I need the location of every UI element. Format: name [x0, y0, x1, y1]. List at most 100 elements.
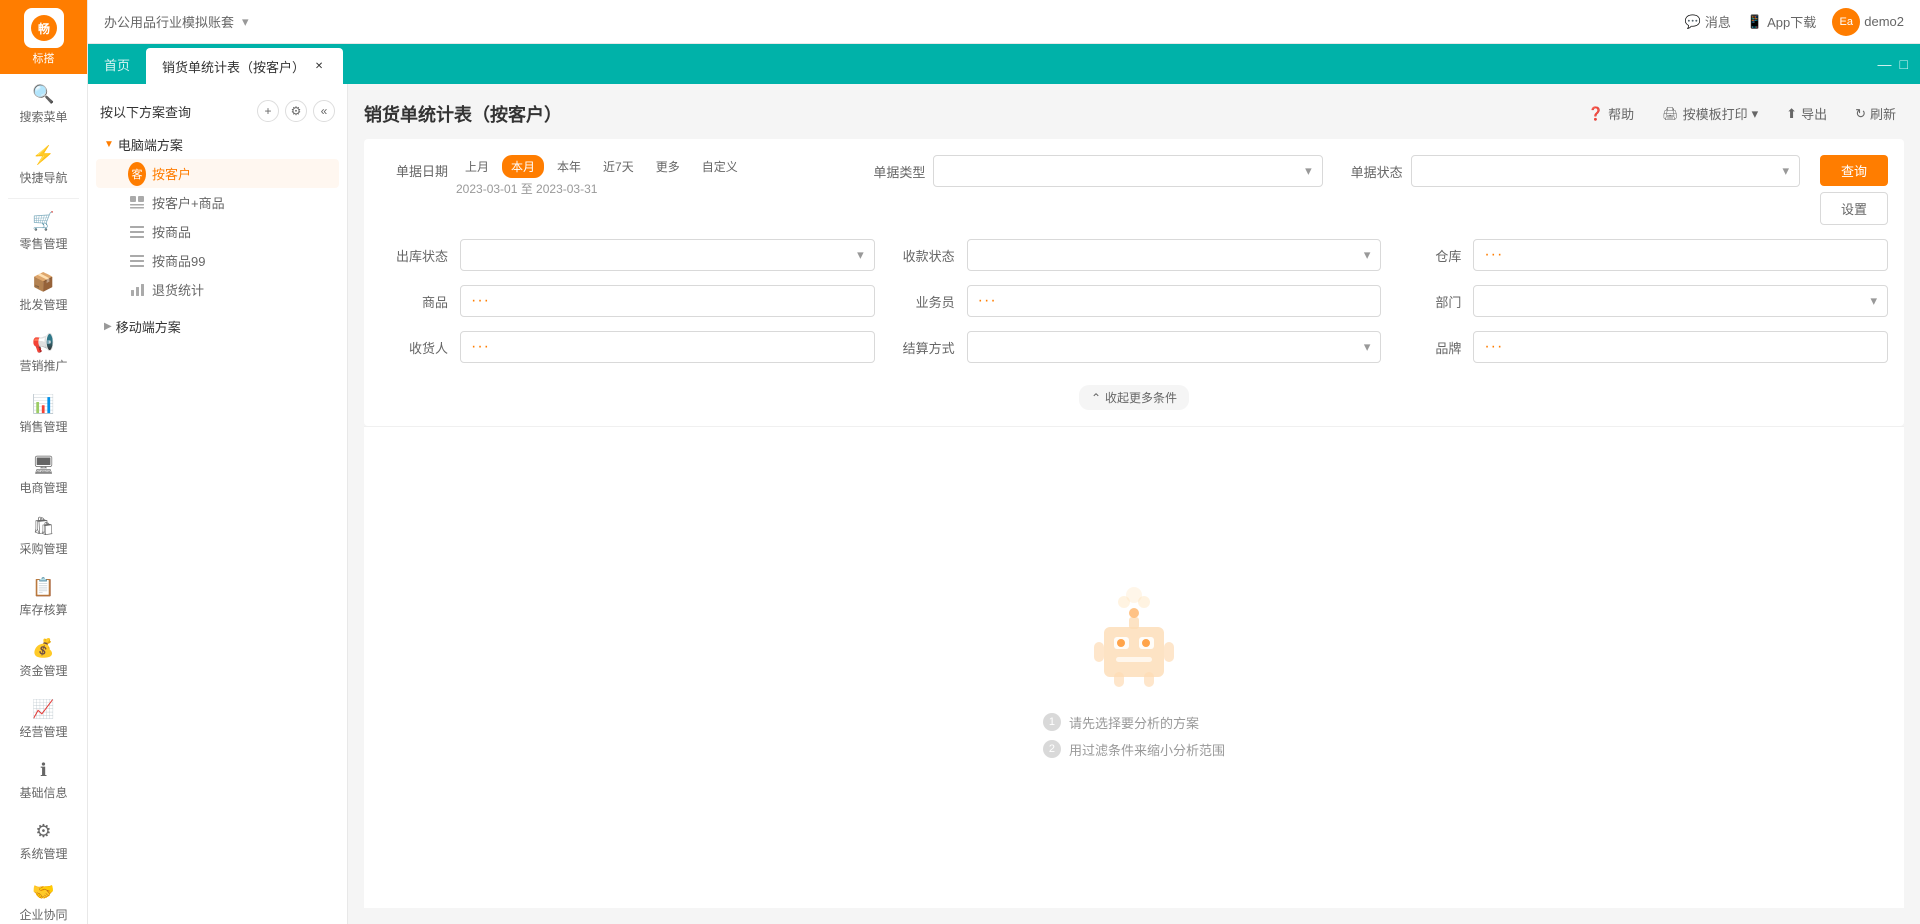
- tab-home[interactable]: 首页: [88, 44, 146, 84]
- date-btn-this-month[interactable]: 本月: [502, 155, 544, 178]
- window-maximize-icon[interactable]: □: [1900, 56, 1908, 72]
- logo-icon: 畅: [24, 8, 64, 48]
- brand-input[interactable]: ···: [1473, 331, 1888, 363]
- date-buttons: 上月 本月 本年 近7天 更多 自定义: [456, 155, 845, 178]
- receiver-input[interactable]: ···: [460, 331, 875, 363]
- svg-text:畅: 畅: [37, 21, 49, 36]
- warehouse-input[interactable]: ···: [1473, 239, 1888, 271]
- collapse-btn-area: ⌃ 收起更多条件: [380, 377, 1888, 410]
- avatar: Ea: [1832, 8, 1860, 36]
- panel-settings-button[interactable]: ⚙: [285, 100, 307, 122]
- collapse-button[interactable]: ⌃ 收起更多条件: [1079, 385, 1189, 410]
- app-download-button[interactable]: 📱 App下载: [1747, 12, 1816, 31]
- panel-add-button[interactable]: +: [257, 100, 279, 122]
- tab-close-icon[interactable]: ✕: [311, 58, 327, 74]
- sidebar-item-enterprise[interactable]: 🤝 企业协同: [0, 872, 87, 924]
- wholesale-icon: 📦: [32, 272, 54, 293]
- tab-sales-stat[interactable]: 销货单统计表（按客户） ✕: [146, 48, 343, 84]
- sidebar-item-system[interactable]: ⚙ 系统管理: [0, 811, 87, 872]
- template-print-button[interactable]: 🖨 按模板打印 ▾: [1654, 100, 1766, 127]
- tree-item-by-product[interactable]: 按商品: [96, 217, 339, 246]
- filter-area: 单据日期 上月 本月 本年 近7天 更多 自定义 2023-03-01 至 20…: [364, 139, 1904, 426]
- pay-status-label: 收款状态: [887, 246, 955, 265]
- doc-type-input[interactable]: ▾: [933, 155, 1322, 187]
- sidebar-item-ecommerce[interactable]: 🖥 电商管理: [0, 445, 87, 506]
- sidebar-item-enterprise-label: 企业协同: [19, 906, 67, 923]
- tree-item-by-customer-label: 按客户: [152, 164, 191, 183]
- export-button[interactable]: ⬆ 导出: [1778, 100, 1835, 127]
- tree-item-return-stat[interactable]: 退货统计: [96, 275, 339, 304]
- doc-type-label: 单据类型: [857, 162, 925, 181]
- collapse-label: 收起更多条件: [1105, 389, 1177, 406]
- panel-title: 按以下方案查询: [100, 102, 191, 121]
- tree-mobile-parent[interactable]: ▶ 移动端方案: [96, 312, 339, 341]
- sidebar-item-finance[interactable]: 💰 资金管理: [0, 628, 87, 689]
- salesperson-dots: ···: [978, 292, 997, 310]
- window-minimize-icon[interactable]: —: [1878, 56, 1892, 72]
- date-btn-more[interactable]: 更多: [647, 155, 689, 178]
- refresh-button[interactable]: ↻ 刷新: [1847, 100, 1904, 127]
- empty-tip-1: 1 请先选择要分析的方案: [1043, 713, 1225, 732]
- sidebar-item-retail-label: 零售管理: [19, 235, 67, 252]
- dept-input[interactable]: ▾: [1473, 285, 1888, 317]
- tree-desktop-parent[interactable]: ▼ 电脑端方案: [96, 130, 339, 159]
- date-label: 单据日期: [380, 155, 448, 180]
- tree-mobile-label: 移动端方案: [116, 317, 181, 336]
- sidebar-item-marketing[interactable]: 📢 营销推广: [0, 323, 87, 384]
- sidebar-item-sales[interactable]: 📊 销售管理: [0, 384, 87, 445]
- help-label: 帮助: [1608, 104, 1634, 123]
- sidebar-item-wholesale[interactable]: 📦 批发管理: [0, 262, 87, 323]
- header-left: 办公用品行业模拟账套 ▾: [104, 12, 249, 31]
- out-status-arrow-icon: ▾: [857, 247, 864, 263]
- message-button[interactable]: 💬 消息: [1685, 12, 1731, 31]
- logo-area[interactable]: 畅 标搭: [0, 0, 87, 74]
- tree-desktop-label: 电脑端方案: [118, 135, 183, 154]
- inventory-icon: 📋: [32, 577, 54, 598]
- finance-icon: 💰: [32, 638, 54, 659]
- user-area[interactable]: Ea demo2: [1832, 8, 1904, 36]
- tab-bar: 首页 销货单统计表（按客户） ✕ — □: [88, 44, 1920, 84]
- sidebar-item-operation-label: 经营管理: [19, 723, 67, 740]
- tip-num-1: 1: [1043, 713, 1061, 731]
- query-button[interactable]: 查询: [1820, 155, 1888, 186]
- sidebar-item-purchase[interactable]: 🛍 采购管理: [0, 506, 87, 567]
- industry-arrow-icon[interactable]: ▾: [242, 14, 249, 30]
- settings-button[interactable]: 设置: [1820, 192, 1888, 225]
- sidebar-item-basic[interactable]: ℹ 基础信息: [0, 750, 87, 811]
- sidebar-item-quick-nav[interactable]: ⚡ 快捷导航: [0, 135, 87, 196]
- sidebar-item-purchase-label: 采购管理: [19, 540, 67, 557]
- salesperson-input[interactable]: ···: [967, 285, 1382, 317]
- date-btn-this-year[interactable]: 本年: [548, 155, 590, 178]
- left-panel: 按以下方案查询 + ⚙ « ▼ 电脑端方案 客 按客户: [88, 84, 348, 924]
- help-button[interactable]: ❓ 帮助: [1580, 100, 1642, 127]
- tree-item-customer-product-label: 按客户+商品: [152, 193, 225, 212]
- tip-num-2: 2: [1043, 740, 1061, 758]
- panel-collapse-button[interactable]: «: [313, 100, 335, 122]
- search-icon: 🔍: [32, 84, 54, 105]
- doc-status-label: 单据状态: [1335, 162, 1403, 181]
- tree-item-product-99[interactable]: 按商品99: [96, 246, 339, 275]
- receiver-dots: ···: [471, 338, 490, 356]
- sidebar-item-inventory[interactable]: 📋 库存核算: [0, 567, 87, 628]
- right-content: 销货单统计表（按客户） ❓ 帮助 🖨 按模板打印 ▾ ⬆ 导出: [348, 84, 1920, 924]
- tree-item-customer-product[interactable]: 按客户+商品: [96, 188, 339, 217]
- by-product-icon: [128, 223, 146, 241]
- sidebar-item-ecommerce-label: 电商管理: [19, 479, 67, 496]
- sidebar-item-operation[interactable]: 📈 经营管理: [0, 689, 87, 750]
- doc-status-input[interactable]: ▾: [1411, 155, 1800, 187]
- product-label: 商品: [380, 292, 448, 311]
- settlement-input[interactable]: ▾: [967, 331, 1382, 363]
- tree-item-by-customer[interactable]: 客 按客户: [96, 159, 339, 188]
- out-status-input[interactable]: ▾: [460, 239, 875, 271]
- page-actions: ❓ 帮助 🖨 按模板打印 ▾ ⬆ 导出 ↻ 刷新: [1580, 100, 1904, 127]
- sidebar-item-search[interactable]: 🔍 搜索菜单: [0, 74, 87, 135]
- salesperson-label: 业务员: [887, 292, 955, 311]
- settlement-arrow-icon: ▾: [1364, 339, 1371, 355]
- date-btn-custom[interactable]: 自定义: [693, 155, 747, 178]
- date-btn-last-month[interactable]: 上月: [456, 155, 498, 178]
- sidebar-item-retail[interactable]: 🛒 零售管理: [0, 201, 87, 262]
- date-btn-7days[interactable]: 近7天: [594, 155, 643, 178]
- product-input[interactable]: ···: [460, 285, 875, 317]
- empty-tips: 1 请先选择要分析的方案 2 用过滤条件来缩小分析范围: [1043, 713, 1225, 759]
- pay-status-input[interactable]: ▾: [967, 239, 1382, 271]
